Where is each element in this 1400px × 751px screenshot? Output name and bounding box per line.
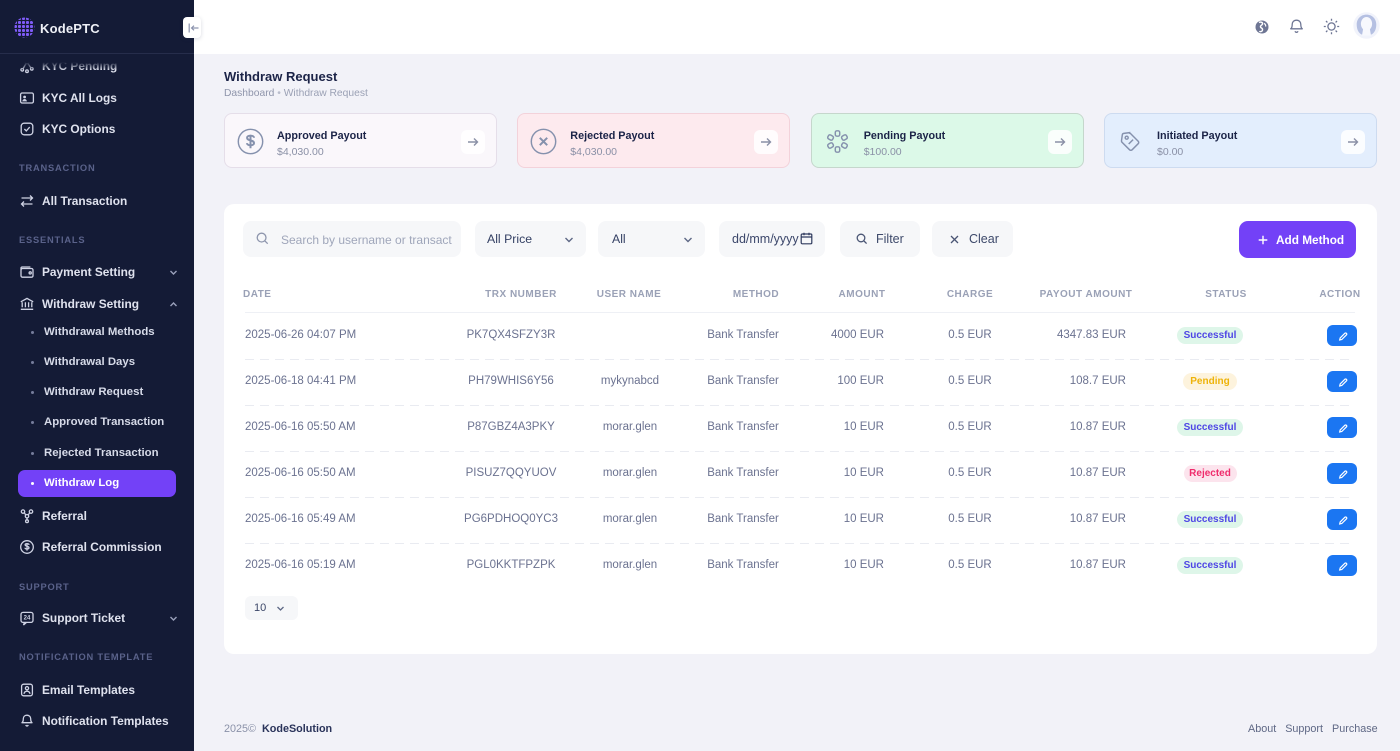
svg-text:24: 24 (24, 616, 31, 622)
